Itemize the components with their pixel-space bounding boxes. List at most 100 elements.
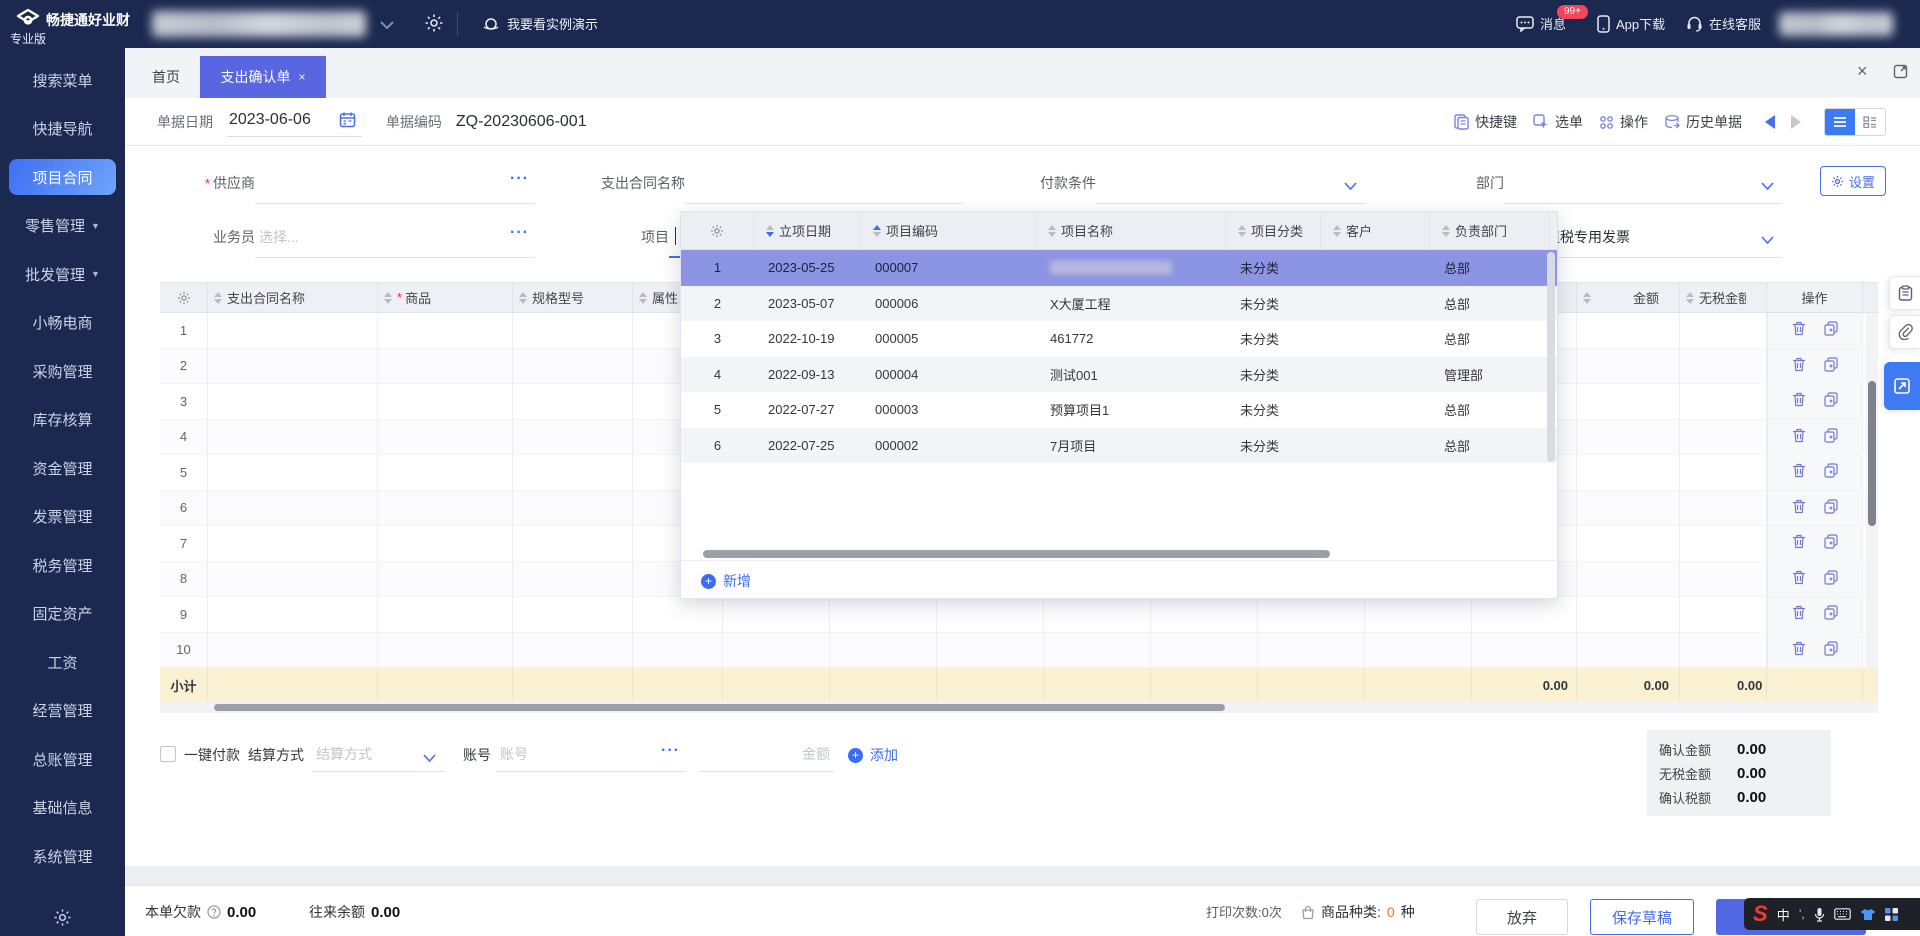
- tab-close-icon[interactable]: ×: [298, 70, 305, 84]
- grid-vertical-scrollbar[interactable]: [1866, 313, 1878, 668]
- shortcut-keys-button[interactable]: 快捷键: [1454, 112, 1517, 132]
- grid-cell[interactable]: [1365, 597, 1472, 633]
- sidebar-item-3[interactable]: 零售管理 ▼: [0, 202, 125, 251]
- grid-cell[interactable]: [1472, 632, 1577, 668]
- ime-logo-icon[interactable]: S: [1753, 903, 1768, 925]
- expand-window-icon[interactable]: [1893, 64, 1908, 82]
- dropdown-columns-gear-icon[interactable]: [681, 212, 754, 249]
- lookup-dots-icon[interactable]: ···: [510, 170, 529, 188]
- sidebar-item-4[interactable]: 批发管理 ▼: [0, 250, 125, 299]
- grid-cell[interactable]: [513, 526, 633, 562]
- copy-row-icon[interactable]: [1824, 605, 1838, 623]
- sidebar-item-0[interactable]: 搜索菜单: [0, 56, 125, 105]
- sort-icon[interactable]: [519, 291, 527, 304]
- grid-columns-gear-icon[interactable]: [160, 283, 208, 312]
- grid-cell[interactable]: [1680, 313, 1767, 349]
- grid-cell[interactable]: [378, 597, 513, 633]
- grid-cell[interactable]: [1577, 490, 1680, 526]
- question-circle-icon[interactable]: [207, 905, 221, 919]
- contract-input[interactable]: [685, 162, 963, 204]
- dropdown-vertical-scrollbar[interactable]: [1547, 252, 1555, 552]
- grid-cell[interactable]: [1577, 419, 1680, 455]
- delete-row-icon[interactable]: [1792, 357, 1806, 375]
- dropdown-col-header[interactable]: 立项日期: [754, 212, 861, 249]
- prev-doc-arrow[interactable]: [1758, 115, 1775, 129]
- sidebar-item-15[interactable]: 基础信息: [0, 784, 125, 833]
- grid-cell[interactable]: [378, 526, 513, 562]
- copy-row-icon[interactable]: [1824, 570, 1838, 588]
- user-name-redacted[interactable]: [1779, 12, 1893, 36]
- sort-icon[interactable]: [766, 224, 774, 237]
- dropdown-col-header[interactable]: 项目编码: [861, 212, 1036, 249]
- dropdown-row-6[interactable]: 6 2022-07-25 000002 7月项目 未分类 总部: [681, 427, 1557, 463]
- delete-row-icon[interactable]: [1792, 428, 1806, 446]
- grid-cell[interactable]: [513, 490, 633, 526]
- grid-cell[interactable]: [378, 632, 513, 668]
- attachment-tab[interactable]: [1889, 315, 1920, 349]
- grid-cell[interactable]: [1577, 561, 1680, 597]
- grid-cell[interactable]: [513, 561, 633, 597]
- delete-row-icon[interactable]: [1792, 499, 1806, 517]
- grid-cell[interactable]: [1577, 348, 1680, 384]
- lookup-dots-icon[interactable]: ···: [510, 224, 529, 242]
- dropdown-row-4[interactable]: 4 2022-09-13 000004 测试001 未分类 管理部: [681, 356, 1557, 392]
- grid-cell[interactable]: [378, 419, 513, 455]
- grid-cell[interactable]: [378, 561, 513, 597]
- grid-cell[interactable]: [1044, 632, 1151, 668]
- grid-cell[interactable]: [1258, 632, 1365, 668]
- grid-row-9[interactable]: 9: [160, 597, 1878, 633]
- delete-row-icon[interactable]: [1792, 463, 1806, 481]
- next-doc-arrow[interactable]: [1791, 115, 1808, 129]
- dropdown-row-5[interactable]: 5 2022-07-27 000003 预算项目1 未分类 总部: [681, 392, 1557, 428]
- grid-cell[interactable]: [830, 597, 937, 633]
- grid-horizontal-scrollbar[interactable]: [160, 702, 1878, 713]
- delete-row-icon[interactable]: [1792, 321, 1806, 339]
- delete-row-icon[interactable]: [1792, 534, 1806, 552]
- grid-cell[interactable]: [1151, 632, 1258, 668]
- dropdown-row-1[interactable]: 1 2023-05-25 000007 未分类 总部: [681, 250, 1557, 286]
- sidebar-item-5[interactable]: 小畅电商: [0, 299, 125, 348]
- sidebar-item-9[interactable]: 发票管理: [0, 493, 125, 542]
- sort-icon[interactable]: [384, 291, 392, 304]
- sort-icon[interactable]: [1238, 224, 1246, 237]
- ime-grid-icon[interactable]: [1884, 907, 1898, 921]
- sort-icon[interactable]: [1442, 224, 1450, 237]
- sort-icon[interactable]: [1583, 291, 1591, 304]
- sidebar-item-11[interactable]: 固定资产: [0, 590, 125, 639]
- sort-icon[interactable]: [1048, 224, 1056, 237]
- dropdown-col-header[interactable]: 项目名称: [1036, 212, 1226, 249]
- grid-cell[interactable]: [513, 313, 633, 349]
- pay-amount-input[interactable]: 金额: [700, 736, 834, 772]
- grid-cell[interactable]: [378, 455, 513, 491]
- sidebar-item-10[interactable]: 税务管理: [0, 541, 125, 590]
- grid-cell[interactable]: [378, 384, 513, 420]
- grid-cell[interactable]: [1680, 384, 1767, 420]
- sidebar-item-13[interactable]: 经营管理: [0, 687, 125, 736]
- grid-cell[interactable]: [1258, 597, 1365, 633]
- expand-panel-tab[interactable]: [1884, 362, 1920, 410]
- sort-icon[interactable]: [1333, 224, 1341, 237]
- grid-cell[interactable]: [378, 313, 513, 349]
- demo-link[interactable]: 我要看实例演示: [482, 14, 598, 33]
- add-payment-button[interactable]: + 添加: [848, 745, 898, 765]
- grid-cell[interactable]: [208, 632, 378, 668]
- delete-row-icon[interactable]: [1792, 641, 1806, 659]
- dropdown-horizontal-scrollbar[interactable]: [681, 547, 1559, 561]
- sidebar-item-12[interactable]: 工资: [0, 638, 125, 687]
- grid-cell[interactable]: [1151, 597, 1258, 633]
- copy-row-icon[interactable]: [1824, 534, 1838, 552]
- delete-row-icon[interactable]: [1792, 392, 1806, 410]
- sidebar-item-14[interactable]: 总账管理: [0, 735, 125, 784]
- grid-cell[interactable]: [208, 561, 378, 597]
- grid-cell[interactable]: [1680, 526, 1767, 562]
- tab-expense-confirm[interactable]: 支出确认单 ×: [200, 56, 326, 98]
- copy-row-icon[interactable]: [1824, 499, 1838, 517]
- grid-cell[interactable]: [1680, 419, 1767, 455]
- grid-cell[interactable]: [513, 632, 633, 668]
- ime-toolbar[interactable]: S 中 ’,: [1744, 898, 1920, 930]
- copy-row-icon[interactable]: [1824, 641, 1838, 659]
- history-docs-button[interactable]: 历史单据: [1664, 112, 1742, 132]
- salesman-input[interactable]: 选择... ···: [255, 216, 535, 258]
- template-clipboard-tab[interactable]: [1889, 276, 1920, 310]
- grid-cell[interactable]: [1680, 490, 1767, 526]
